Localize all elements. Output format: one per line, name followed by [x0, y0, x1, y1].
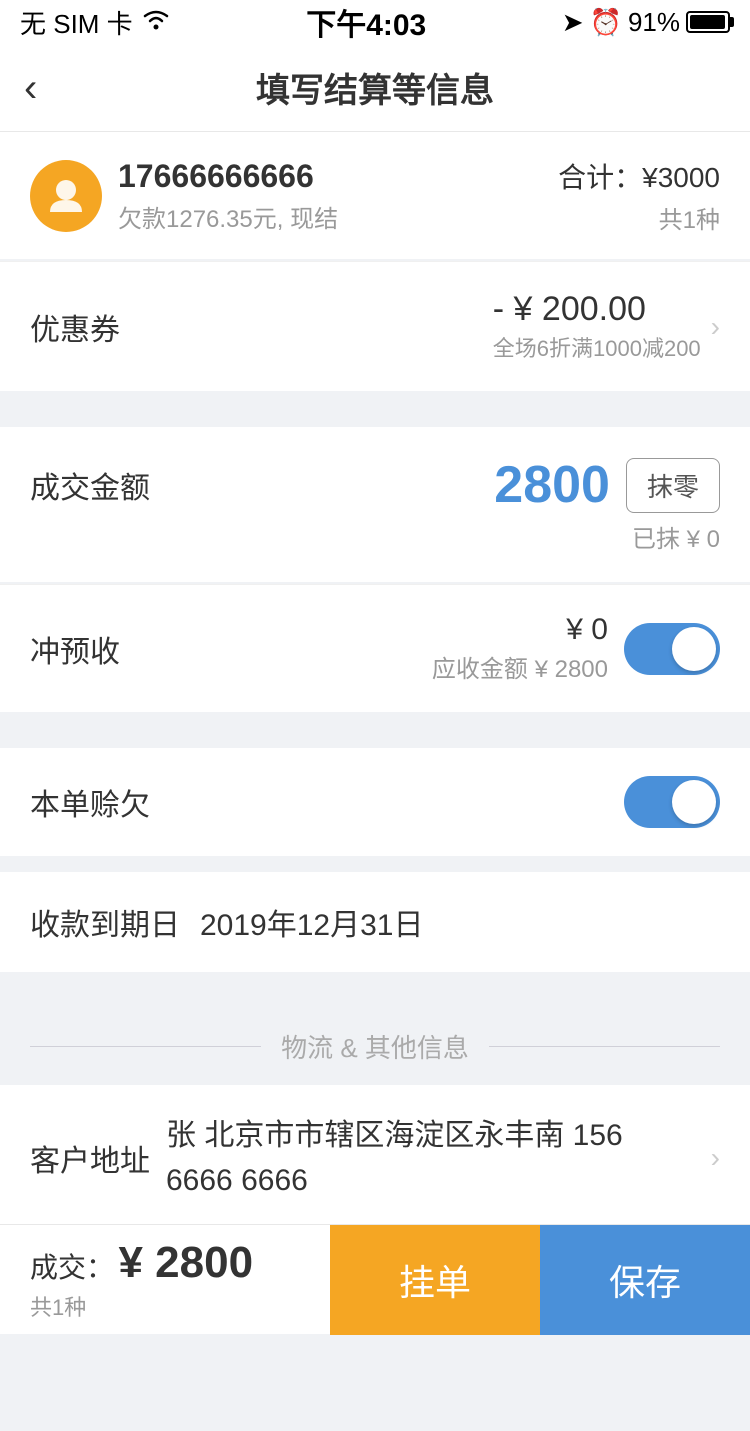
duedate-section: 收款到期日 2019年12月31日: [0, 872, 750, 972]
bottom-summary: 成交： ¥ 2800 共1种: [0, 1238, 330, 1322]
amount-row: 成交金额 2800 抹零: [30, 455, 720, 515]
customer-total: 合计：¥3000: [558, 156, 720, 196]
divider-line-right: [489, 1046, 720, 1047]
logistics-label: 物流 & 其他信息: [281, 1028, 469, 1065]
section-divider-2: [0, 728, 750, 748]
chevron-right-icon: ›: [711, 311, 720, 343]
status-left: 无 SIM 卡: [20, 4, 171, 41]
precollect-row: 冲预收 ¥ 0 应收金额 ¥ 2800: [30, 613, 720, 684]
nav-title: 填写结算等信息: [256, 63, 494, 112]
duedate-label: 收款到期日: [30, 900, 180, 944]
pending-button[interactable]: 挂单: [330, 1225, 540, 1335]
credit-section: 本单赊欠: [0, 748, 750, 856]
customer-info: 17666666666 欠款1276.35元, 现结: [118, 158, 338, 234]
duedate-value: 2019年12月31日: [200, 900, 423, 944]
bottom-deal-row: 成交： ¥ 2800: [30, 1238, 300, 1288]
divider-line-left: [30, 1046, 261, 1047]
credit-toggle[interactable]: [624, 776, 720, 828]
customer-phone: 17666666666: [118, 158, 338, 195]
toggle-knob: [672, 627, 716, 671]
credit-toggle-knob: [672, 780, 716, 824]
nav-bar: ‹ 填写结算等信息: [0, 44, 750, 132]
precollect-section: 冲预收 ¥ 0 应收金额 ¥ 2800: [0, 584, 750, 712]
address-value: 张 北京市市辖区海淀区永丰南 156 6666 6666: [150, 1113, 711, 1203]
customer-sub: 欠款1276.35元, 现结: [118, 199, 338, 234]
credit-label: 本单赊欠: [30, 780, 150, 824]
customer-card: 17666666666 欠款1276.35元, 现结 合计：¥3000 共1种: [0, 132, 750, 259]
precollect-toggle[interactable]: [624, 623, 720, 675]
section-divider-3: [0, 988, 750, 1008]
bottom-count: 共1种: [30, 1290, 300, 1322]
address-chevron-icon: ›: [711, 1142, 720, 1174]
customer-right: 合计：¥3000 共1种: [558, 156, 720, 235]
precollect-value: ¥ 0 应收金额 ¥ 2800: [432, 613, 608, 684]
status-right: ➤ ⏰ 91%: [562, 7, 730, 38]
amount-sub: 已抹 ¥ 0: [30, 519, 720, 554]
coupon-amount: - ¥ 200.00: [493, 290, 701, 329]
amount-value: 2800: [494, 455, 610, 515]
avatar: [30, 160, 102, 232]
address-label: 客户地址: [30, 1136, 150, 1180]
section-divider-1: [0, 407, 750, 427]
precollect-sub: 应收金额 ¥ 2800: [432, 649, 608, 684]
amount-right: 2800 抹零: [494, 455, 720, 515]
coupon-desc: 全场6折满1000减200: [493, 331, 701, 363]
customer-count: 共1种: [558, 200, 720, 235]
address-section[interactable]: 客户地址 张 北京市市辖区海淀区永丰南 156 6666 6666 ›: [0, 1085, 750, 1231]
back-button[interactable]: ‹: [24, 68, 37, 108]
bottom-bar: 成交： ¥ 2800 共1种 挂单 保存: [0, 1224, 750, 1334]
logistics-divider: 物流 & 其他信息: [0, 1008, 750, 1085]
amount-section: 成交金额 2800 抹零 已抹 ¥ 0: [0, 427, 750, 582]
battery-icon: [686, 11, 730, 33]
alarm-icon: ⏰: [590, 7, 622, 38]
coupon-row[interactable]: 优惠券 - ¥ 200.00 全场6折满1000减200 ›: [0, 261, 750, 391]
coupon-label: 优惠券: [30, 305, 120, 349]
bottom-deal-amount: ¥ 2800: [118, 1238, 253, 1287]
status-bar: 无 SIM 卡 下午4:03 ➤ ⏰ 91%: [0, 0, 750, 44]
precollect-right: ¥ 0 应收金额 ¥ 2800: [432, 613, 720, 684]
location-icon: ➤: [562, 7, 584, 38]
customer-left: 17666666666 欠款1276.35元, 现结: [30, 158, 338, 234]
status-time: 下午4:03: [306, 0, 426, 44]
round-down-button[interactable]: 抹零: [626, 458, 720, 513]
sim-text: 无 SIM 卡: [20, 4, 133, 41]
amount-label: 成交金额: [30, 463, 150, 507]
coupon-right: - ¥ 200.00 全场6折满1000减200 ›: [493, 290, 720, 363]
battery-percentage: 91%: [628, 7, 680, 38]
wifi-icon: [141, 7, 171, 38]
precollect-label: 冲预收: [30, 627, 120, 671]
bottom-deal-label: 成交：: [30, 1252, 114, 1283]
precollect-main: ¥ 0: [432, 613, 608, 647]
save-button[interactable]: 保存: [540, 1225, 750, 1335]
